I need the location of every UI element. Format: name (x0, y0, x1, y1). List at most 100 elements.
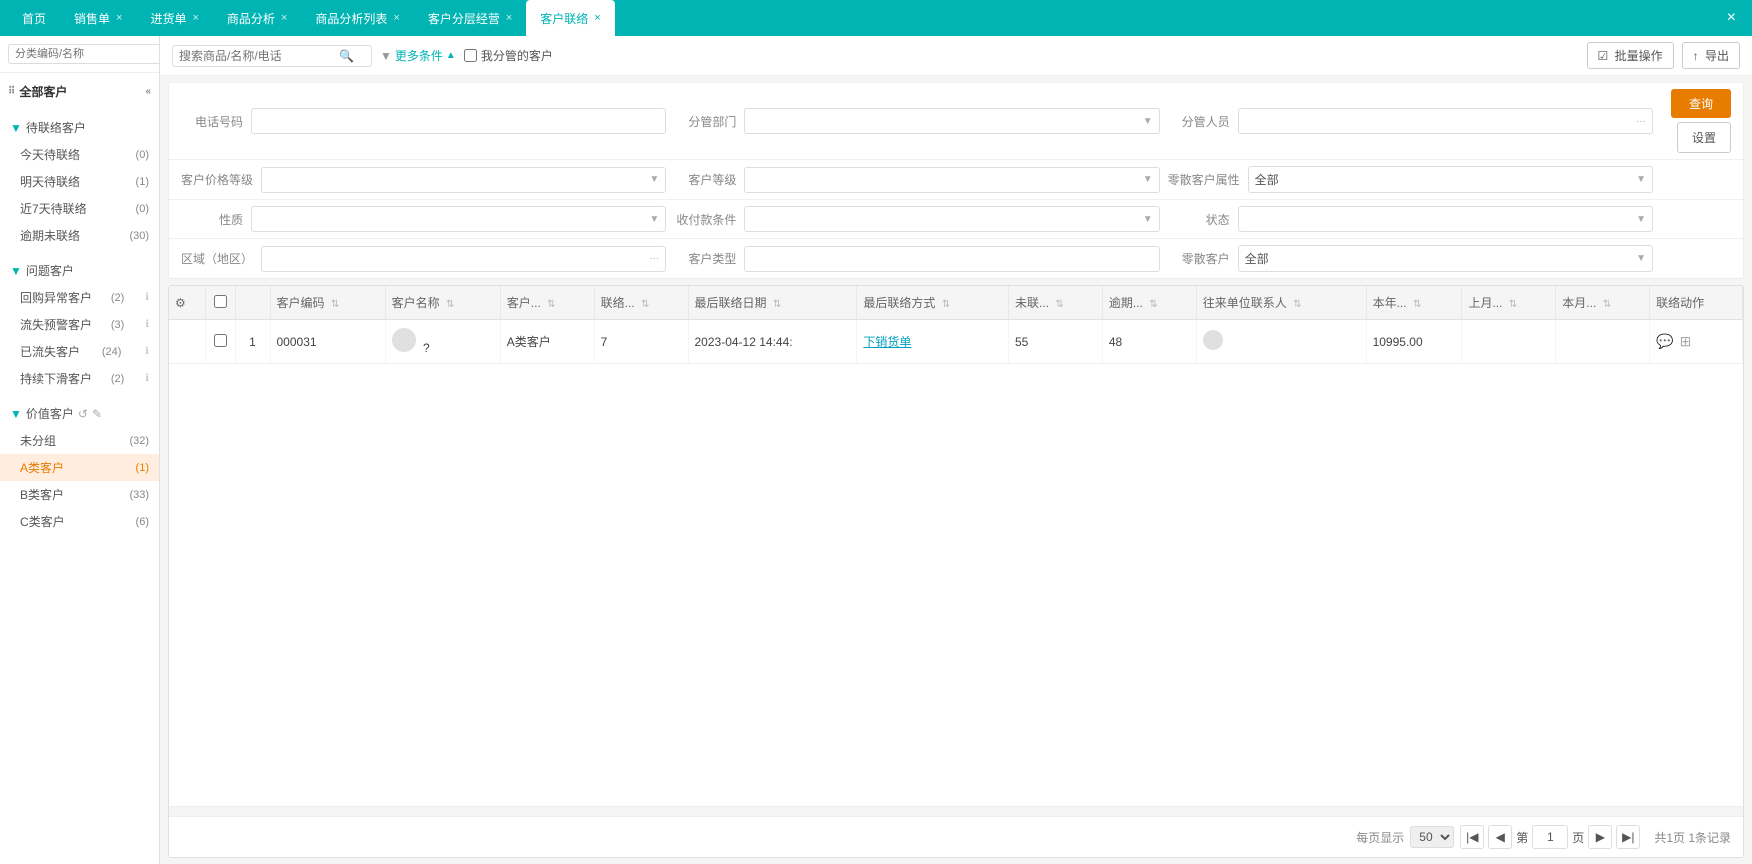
filter-buttons: 查询 设置 (1661, 89, 1731, 153)
row-overdue: 48 (1102, 320, 1196, 364)
row-last-method[interactable]: 下销货单 (857, 320, 1009, 364)
last-page-btn[interactable]: ▶| (1616, 825, 1640, 849)
payment-select[interactable]: ▼ (744, 206, 1159, 232)
sidebar-all-header[interactable]: ⠿ 全部客户 « (0, 77, 159, 106)
sidebar-search-input[interactable] (8, 44, 160, 64)
batch-op-button[interactable]: ☑ 批量操作 (1587, 42, 1674, 69)
sidebar-item-tomorrow[interactable]: 明天待联络 (1) (0, 168, 159, 195)
customer-level-select[interactable]: ▼ (744, 167, 1159, 193)
sidebar-item-7days[interactable]: 近7天待联络 (0) (0, 195, 159, 222)
page-size-select[interactable]: 50 (1410, 826, 1454, 848)
nav-customer-contact[interactable]: 客户联络 × (526, 0, 614, 36)
this-year-th: 本年... ⇅ (1366, 286, 1462, 320)
sidebar-problem-section: ▼ 问题客户 回购异常客户 (2) ℹ 流失预警客户 (3) ℹ 已流失客户 (… (0, 253, 159, 396)
row-gear (169, 320, 205, 364)
name-th: 客户名称 ⇅ (385, 286, 500, 320)
sidebar-pending-section: ▼ 待联络客户 今天待联络 (0) 明天待联络 (1) 近7天待联络 (0) 逾… (0, 110, 159, 253)
uncontacted-th: 未联... ⇅ (1009, 286, 1103, 320)
filter-more-btn[interactable]: ▼ 更多条件 ▲ (380, 47, 456, 64)
nav-purchase[interactable]: 进货单 × (136, 0, 212, 36)
row-this-month (1556, 320, 1650, 364)
nav-home[interactable]: 首页 (8, 0, 60, 36)
next-page-btn[interactable]: ▶ (1588, 825, 1612, 849)
last-date-th: 最后联络日期 ⇅ (688, 286, 857, 320)
sidebar-item-class-b[interactable]: B类客户 (33) (0, 481, 159, 508)
sidebar-item-class-a[interactable]: A类客户 (1) (0, 454, 159, 481)
query-button[interactable]: 查询 (1671, 89, 1731, 118)
sidebar-item-repurchase[interactable]: 回购异常客户 (2) ℹ (0, 284, 159, 311)
sidebar-item-today[interactable]: 今天待联络 (0) (0, 141, 159, 168)
region-select[interactable]: ··· (261, 246, 666, 272)
row-action: 💬 ⊞ (1650, 320, 1743, 364)
sidebar-value-title[interactable]: ▼ 价值客户 ↺ ✎ (0, 400, 159, 427)
chevron-icon: ▲ (446, 50, 456, 61)
customer-type-input[interactable] (744, 246, 1159, 272)
sidebar-item-ungrouped[interactable]: 未分组 (32) (0, 427, 159, 454)
chat-icon[interactable]: 💬 (1656, 333, 1673, 350)
horizontal-scrollbar[interactable] (169, 806, 1743, 816)
qr-icon[interactable]: ⊞ (1680, 333, 1692, 350)
data-table: ⚙ 客户编码 ⇅ 客户名称 ⇅ (169, 286, 1743, 364)
prev-page-btn[interactable]: ◀ (1488, 825, 1512, 849)
table-scroll[interactable]: ⚙ 客户编码 ⇅ 客户名称 ⇅ (169, 286, 1743, 806)
retail-customer-select[interactable]: 全部 ▼ (1238, 245, 1653, 272)
info-icon: ℹ (145, 292, 149, 303)
export-button[interactable]: ↑ 导出 (1682, 42, 1740, 69)
field-customer-level: 客户等级 ▼ (674, 167, 1159, 193)
sidebar-item-declining[interactable]: 持续下滑客户 (2) ℹ (0, 365, 159, 392)
sidebar-item-overdue[interactable]: 逾期未联络 (30) (0, 222, 159, 249)
chevron-down-icon: ▼ (649, 174, 659, 185)
nav-analysis[interactable]: 商品分析 × (213, 0, 301, 36)
setting-button[interactable]: 设置 (1677, 122, 1731, 153)
close-icon[interactable]: × (192, 12, 198, 24)
status-select[interactable]: ▼ (1238, 206, 1653, 232)
select-all-checkbox[interactable] (214, 295, 227, 308)
dots-icon: ··· (649, 253, 659, 264)
phone-input[interactable] (251, 108, 666, 134)
first-page-btn[interactable]: |◀ (1460, 825, 1484, 849)
collapse-icon: « (145, 86, 151, 97)
sort-icon: ⇅ (547, 299, 555, 310)
filter-mine-check[interactable]: 我分管的客户 (464, 47, 553, 64)
code-th: 客户编码 ⇅ (270, 286, 385, 320)
search-icon[interactable]: 🔍 (339, 49, 354, 63)
row-select-checkbox[interactable] (214, 334, 227, 347)
adv-filter-panel: 电话号码 分管部门 ▼ 分管人员 ··· (168, 82, 1744, 279)
avatar (392, 328, 416, 352)
page-number-input[interactable] (1532, 825, 1568, 849)
dept-select[interactable]: ▼ (744, 108, 1159, 134)
chevron-down-icon: ▼ (1636, 174, 1646, 185)
field-payment: 收付款条件 ▼ (674, 206, 1159, 232)
retail-attr-select[interactable]: 全部 ▼ (1248, 166, 1653, 193)
close-icon[interactable]: × (281, 12, 287, 24)
price-level-select[interactable]: ▼ (261, 167, 666, 193)
sidebar-pending-title[interactable]: ▼ 待联络客户 (0, 114, 159, 141)
sidebar-item-churned[interactable]: 已流失客户 (24) ℹ (0, 338, 159, 365)
nature-select[interactable]: ▼ (251, 206, 666, 232)
close-all-tabs[interactable]: × (1719, 9, 1744, 27)
sidebar-item-churn-risk[interactable]: 流失预警客户 (3) ℹ (0, 311, 159, 338)
sidebar-item-class-c[interactable]: C类客户 (6) (0, 508, 159, 535)
nav-analysis-list[interactable]: 商品分析列表 × (301, 0, 413, 36)
close-icon[interactable]: × (506, 12, 512, 24)
sort-icon: ⇅ (1603, 299, 1611, 310)
adv-filter-row-4: 区域（地区） ··· 客户类型 零散客户 全部 ▼ (169, 239, 1743, 278)
filter-search-input[interactable] (179, 49, 339, 63)
info-icon: ℹ (145, 346, 149, 357)
gear-th[interactable]: ⚙ (169, 286, 205, 320)
filter-icon: ▼ (380, 49, 392, 63)
refresh-icon[interactable]: ↺ (78, 407, 88, 421)
sidebar-problem-title[interactable]: ▼ 问题客户 (0, 257, 159, 284)
sort-icon: ⇅ (1509, 299, 1517, 310)
close-icon[interactable]: × (393, 12, 399, 24)
row-unit-contact (1196, 320, 1366, 364)
nav-customer-segment[interactable]: 客户分层经营 × (414, 0, 526, 36)
close-icon[interactable]: × (594, 12, 600, 24)
close-icon[interactable]: × (116, 12, 122, 24)
mine-checkbox[interactable] (464, 49, 477, 62)
edit-icon[interactable]: ✎ (92, 407, 102, 421)
nav-sales[interactable]: 销售单 × (60, 0, 136, 36)
person-select[interactable]: ··· (1238, 108, 1653, 134)
field-region: 区域（地区） ··· (181, 246, 666, 272)
row-last-date: 2023-04-12 14:44: (688, 320, 857, 364)
